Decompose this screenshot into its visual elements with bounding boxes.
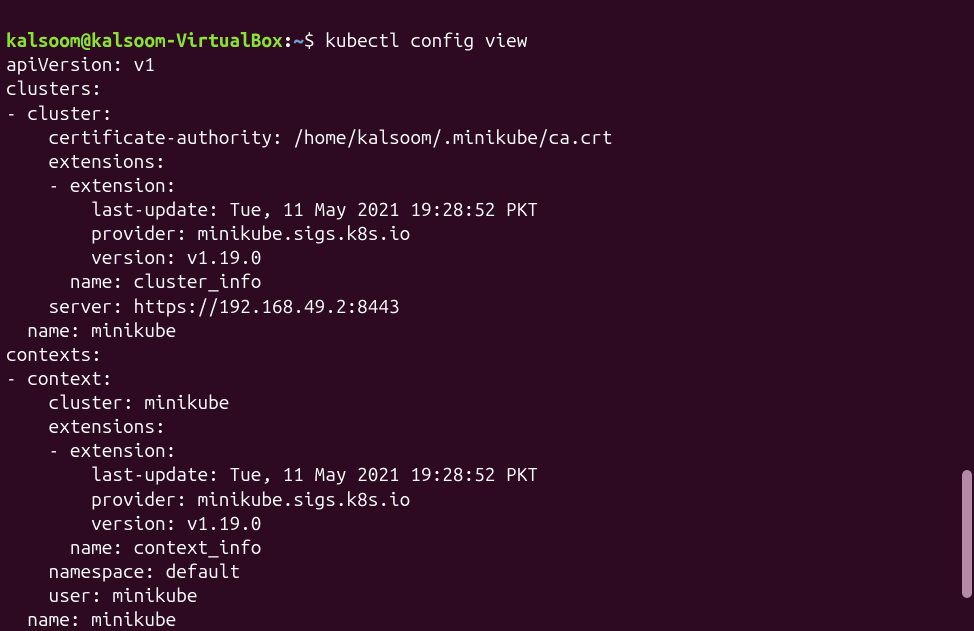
output-line: version: v1.19.0 bbox=[6, 246, 261, 268]
output-line: server: https://192.168.49.2:8443 bbox=[6, 295, 400, 317]
output-line: extensions: bbox=[6, 150, 166, 172]
output-line: extensions: bbox=[6, 415, 166, 437]
output-line: name: minikube bbox=[6, 608, 176, 630]
prompt-user: kalsoom bbox=[6, 29, 80, 51]
output-line: apiVersion: v1 bbox=[6, 53, 155, 75]
output-line: version: v1.19.0 bbox=[6, 512, 261, 534]
output-line: - cluster: bbox=[6, 102, 112, 124]
prompt-path: ~ bbox=[293, 29, 304, 51]
prompt-host: kalsoom-VirtualBox bbox=[91, 29, 283, 51]
output-line: provider: minikube.sigs.k8s.io bbox=[6, 222, 410, 244]
output-line: namespace: default bbox=[6, 560, 240, 582]
output-line: last-update: Tue, 11 May 2021 19:28:52 P… bbox=[6, 463, 538, 485]
output-line: clusters: bbox=[6, 77, 102, 99]
scrollbar-thumb[interactable] bbox=[962, 470, 972, 598]
output-line: - extension: bbox=[6, 174, 176, 196]
output-line: cluster: minikube bbox=[6, 391, 229, 413]
output-line: user: minikube bbox=[6, 584, 198, 606]
prompt-line: kalsoom@kalsoom-VirtualBox:~$ kubectl co… bbox=[6, 29, 527, 51]
output-line: - extension: bbox=[6, 439, 176, 461]
output-line: contexts: bbox=[6, 343, 102, 365]
output-line: last-update: Tue, 11 May 2021 19:28:52 P… bbox=[6, 198, 538, 220]
prompt-colon: : bbox=[283, 29, 294, 51]
output-line: name: cluster_info bbox=[6, 270, 261, 292]
command-text: kubectl config view bbox=[325, 29, 527, 51]
prompt-dollar: $ bbox=[304, 29, 315, 51]
prompt-at: @ bbox=[80, 29, 91, 51]
output-line: name: context_info bbox=[6, 536, 261, 558]
output-line: provider: minikube.sigs.k8s.io bbox=[6, 488, 410, 510]
output-line: certificate-authority: /home/kalsoom/.mi… bbox=[6, 126, 612, 148]
output-line: name: minikube bbox=[6, 319, 176, 341]
terminal-area[interactable]: kalsoom@kalsoom-VirtualBox:~$ kubectl co… bbox=[6, 4, 968, 631]
output-line: - context: bbox=[6, 367, 112, 389]
